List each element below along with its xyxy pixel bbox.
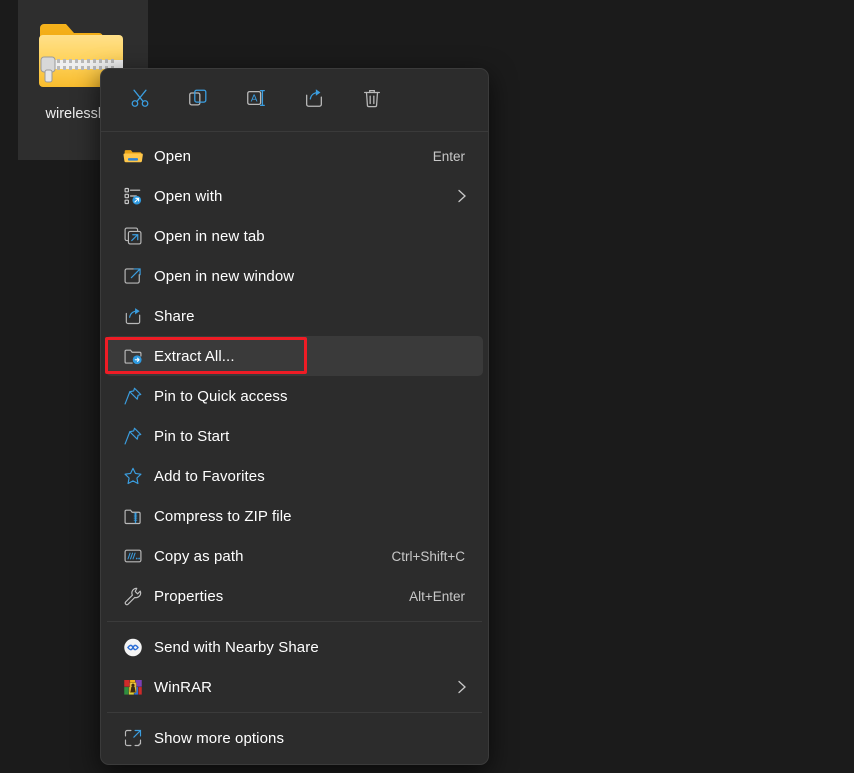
zip-compress-icon bbox=[123, 506, 143, 526]
menu-item-label: WinRAR bbox=[154, 679, 457, 696]
copy-icon bbox=[187, 87, 209, 114]
toolbar-separator bbox=[101, 131, 488, 132]
star-icon bbox=[123, 466, 143, 486]
cut-button[interactable] bbox=[111, 80, 169, 120]
trash-icon bbox=[361, 87, 383, 114]
wrench-icon bbox=[123, 586, 143, 606]
menu-item-label: Send with Nearby Share bbox=[154, 639, 483, 656]
desktop-background: wirelesskey x64 bbox=[0, 0, 854, 773]
menu-item-shortcut: Enter bbox=[433, 149, 465, 164]
menu-item-label: Pin to Quick access bbox=[154, 388, 483, 405]
copy-button[interactable] bbox=[169, 80, 227, 120]
share-icon bbox=[303, 87, 325, 114]
new-tab-icon bbox=[123, 226, 143, 246]
menu-item-show-more-options[interactable]: Show more options bbox=[106, 718, 483, 758]
menu-item-label: Open with bbox=[154, 188, 457, 205]
pin-icon bbox=[123, 386, 143, 406]
menu-item-shortcut: Ctrl+Shift+C bbox=[391, 549, 465, 564]
menu-separator bbox=[107, 712, 482, 713]
menu-item-label: Copy as path bbox=[154, 548, 391, 565]
copy-as-path-icon bbox=[123, 546, 143, 566]
menu-item-label: Extract All... bbox=[154, 348, 483, 365]
menu-item-open[interactable]: Open Enter bbox=[106, 136, 483, 176]
menu-item-shortcut: Alt+Enter bbox=[409, 589, 465, 604]
menu-item-compress-to-zip[interactable]: Compress to ZIP file bbox=[106, 496, 483, 536]
menu-item-label: Add to Favorites bbox=[154, 468, 483, 485]
menu-item-share[interactable]: Share bbox=[106, 296, 483, 336]
menu-item-label: Compress to ZIP file bbox=[154, 508, 483, 525]
menu-item-properties[interactable]: Properties Alt+Enter bbox=[106, 576, 483, 616]
menu-item-label: Open bbox=[154, 148, 433, 165]
share-button[interactable] bbox=[285, 80, 343, 120]
nearby-share-icon bbox=[123, 637, 143, 657]
menu-item-pin-to-quick-access[interactable]: Pin to Quick access bbox=[106, 376, 483, 416]
show-more-options-icon bbox=[123, 728, 143, 748]
menu-item-open-in-new-tab[interactable]: Open in new tab bbox=[106, 216, 483, 256]
menu-item-label: Show more options bbox=[154, 730, 483, 747]
rename-button[interactable]: A bbox=[227, 80, 285, 120]
context-menu-toolbar: A bbox=[101, 69, 488, 131]
menu-item-label: Properties bbox=[154, 588, 409, 605]
menu-item-label: Open in new window bbox=[154, 268, 483, 285]
rename-icon: A bbox=[245, 87, 267, 114]
scissors-icon bbox=[129, 87, 151, 114]
menu-item-copy-as-path[interactable]: Copy as path Ctrl+Shift+C bbox=[106, 536, 483, 576]
extract-folder-icon bbox=[123, 346, 143, 366]
menu-item-send-with-nearby-share[interactable]: Send with Nearby Share bbox=[106, 627, 483, 667]
menu-item-open-in-new-window[interactable]: Open in new window bbox=[106, 256, 483, 296]
svg-text:A: A bbox=[251, 93, 258, 104]
context-menu[interactable]: A bbox=[100, 68, 489, 765]
menu-separator bbox=[107, 621, 482, 622]
chevron-right-icon bbox=[457, 189, 467, 203]
open-with-icon bbox=[123, 186, 143, 206]
share-icon bbox=[123, 306, 143, 326]
delete-button[interactable] bbox=[343, 80, 401, 120]
winrar-icon bbox=[123, 677, 143, 697]
menu-item-label: Share bbox=[154, 308, 483, 325]
menu-item-label: Open in new tab bbox=[154, 228, 483, 245]
new-window-icon bbox=[123, 266, 143, 286]
menu-item-extract-all[interactable]: Extract All... bbox=[106, 336, 483, 376]
chevron-right-icon bbox=[457, 680, 467, 694]
menu-item-winrar[interactable]: WinRAR bbox=[106, 667, 483, 707]
pin-icon bbox=[123, 426, 143, 446]
menu-item-pin-to-start[interactable]: Pin to Start bbox=[106, 416, 483, 456]
menu-item-add-to-favorites[interactable]: Add to Favorites bbox=[106, 456, 483, 496]
folder-icon bbox=[123, 146, 143, 166]
menu-item-open-with[interactable]: Open with bbox=[106, 176, 483, 216]
menu-item-label: Pin to Start bbox=[154, 428, 483, 445]
